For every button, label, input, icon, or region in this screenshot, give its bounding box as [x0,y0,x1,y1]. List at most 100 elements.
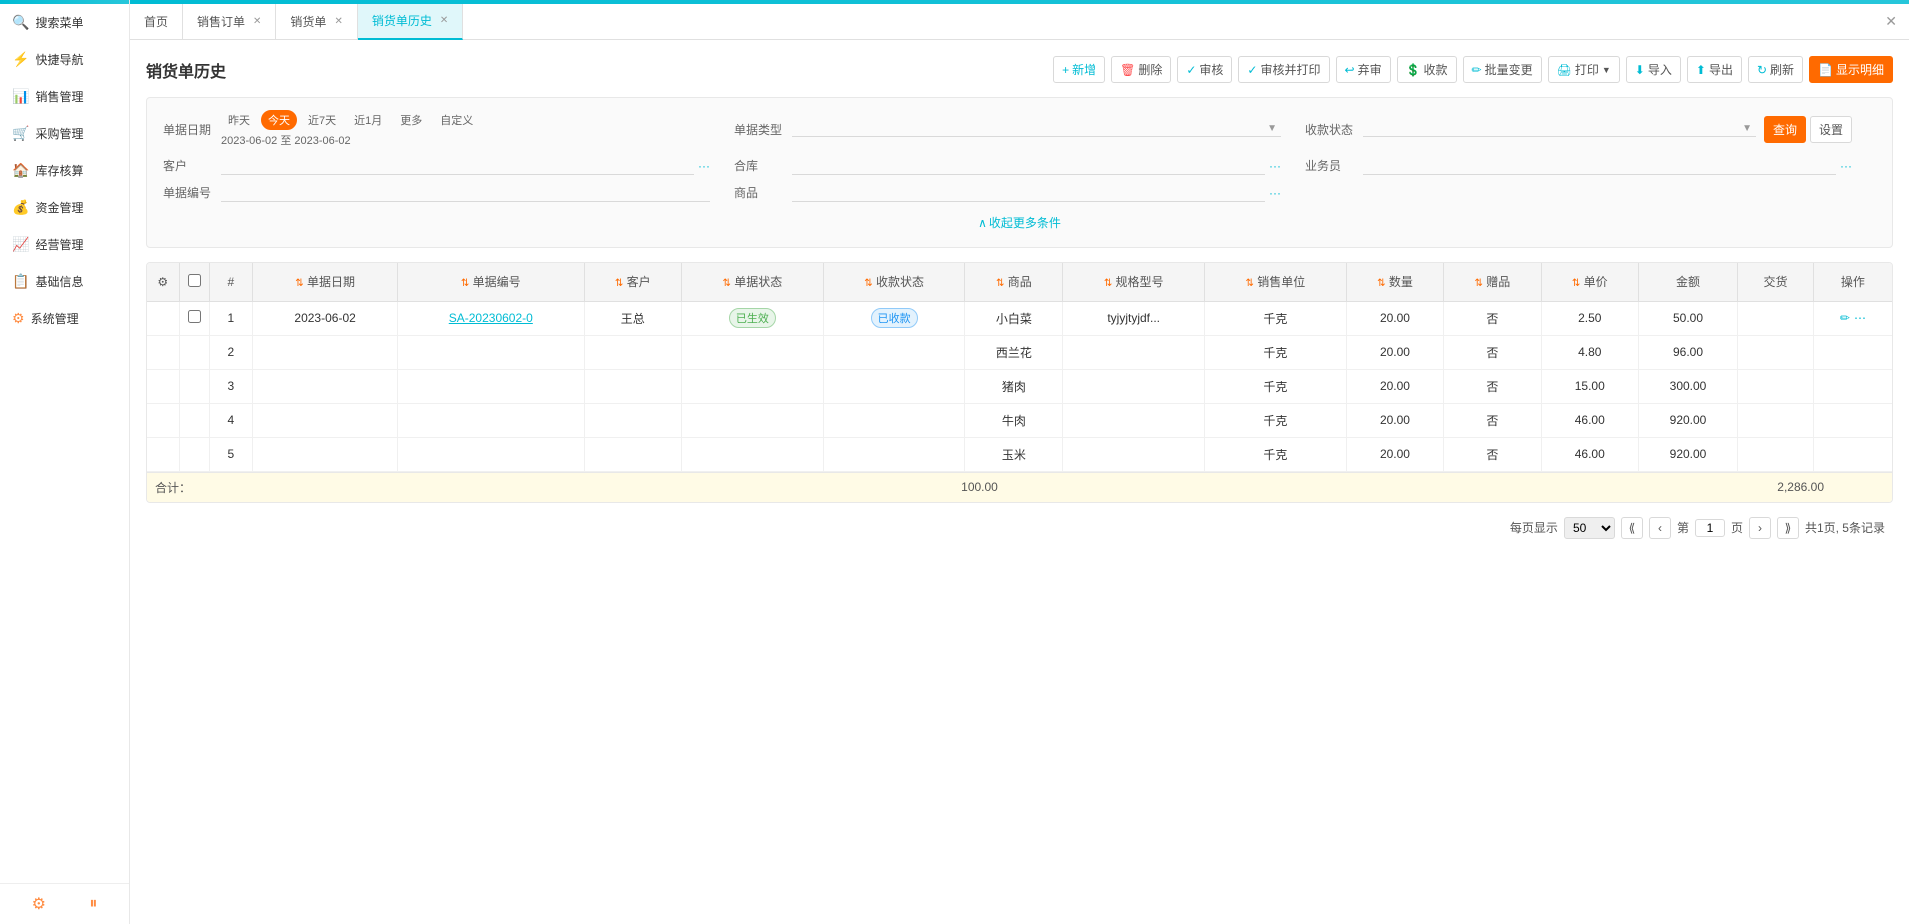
filter-customer: 客户 ··· [163,156,710,175]
settings-btn[interactable]: 设置 [1810,116,1852,143]
audit-print-button[interactable]: ✓ 审核并打印 [1238,56,1329,83]
th-spec[interactable]: ⇅ 规格型号 [1063,263,1205,301]
goods-input[interactable] [792,183,1265,202]
customer-ellipsis[interactable]: ··· [698,159,710,173]
sidebar-item-sys-mgmt[interactable]: ⚙ 系统管理 [0,300,129,337]
page-number-input[interactable] [1695,519,1725,537]
row-doc-no [397,437,584,471]
page-label: 第 [1677,519,1689,536]
row-more-btn[interactable]: ⋯ [1854,311,1866,325]
per-page-select[interactable]: 50 100 200 [1564,517,1615,539]
export-label: 导出 [1709,61,1733,78]
th-qty[interactable]: ⇅ 数量 [1346,263,1443,301]
abandon-button[interactable]: ↩ 弃审 [1336,56,1391,83]
trend-icon: 📈 [12,236,29,253]
collapse-button[interactable]: ∧ 收起更多条件 [163,210,1876,235]
tab-sales-order[interactable]: 销售订单 ✕ [183,4,276,40]
date-tag-custom[interactable]: 自定义 [433,110,480,130]
next-page-button[interactable]: › [1749,517,1771,539]
date-tag-today[interactable]: 今天 [261,110,297,130]
row-spec [1063,335,1205,369]
sidebar-item-inventory[interactable]: 🏠 库存核算 [0,152,129,189]
row-doc-no [397,403,584,437]
select-all-checkbox[interactable] [188,274,201,287]
collect-status-select[interactable]: ▼ [1363,121,1756,137]
date-tag-yesterday[interactable]: 昨天 [221,110,257,130]
salesperson-input[interactable] [1363,156,1836,175]
delete-button[interactable]: 🗑 删除 [1111,56,1171,83]
settings-bottom-icon[interactable]: ⚙ [32,894,46,914]
th-unit[interactable]: ⇅ 销售单位 [1205,263,1347,301]
row-gear [147,335,179,369]
print-button[interactable]: 🖨 打印 ▼ [1548,56,1620,83]
th-check[interactable] [179,263,209,301]
row-checkbox[interactable] [188,310,201,323]
collect-button[interactable]: 💲 收款 [1397,56,1457,83]
query-button[interactable]: 查询 [1764,116,1806,143]
tab-sales-order-close[interactable]: ✕ [253,16,261,27]
row-doc-no-link[interactable]: SA-20230602-0 [449,311,533,325]
abandon-label: 弃审 [1358,61,1382,78]
date-picker-col: 昨天 今天 近7天 近1月 更多 自定义 2023-06-02 至 2023-0… [221,110,480,148]
sidebar-item-basic-info[interactable]: 📋 基础信息 [0,263,129,300]
th-goods[interactable]: ⇅ 商品 [965,263,1063,301]
sidebar-item-purchase-mgmt[interactable]: 🛒 采购管理 [0,115,129,152]
row-spec [1063,437,1205,471]
row-edit-btn[interactable]: ✏ [1840,311,1850,325]
warehouse-input[interactable] [792,156,1265,175]
last-page-button[interactable]: ⟫ [1777,517,1799,539]
th-seq: # [209,263,253,301]
th-collect-status[interactable]: ⇅ 收款状态 [823,263,965,301]
th-customer[interactable]: ⇅ 客户 [584,263,681,301]
date-tag-7days[interactable]: 近7天 [301,110,343,130]
th-gift[interactable]: ⇅ 赠品 [1444,263,1541,301]
tab-home[interactable]: 首页 [130,4,183,40]
first-page-button[interactable]: ⟪ [1621,517,1643,539]
th-date[interactable]: ⇅ 单据日期 [253,263,398,301]
sidebar-bottom: ⚙ ⏸ [0,883,129,924]
date-tag-group: 昨天 今天 近7天 近1月 更多 自定义 [221,110,480,130]
refresh-button[interactable]: ↻ 刷新 [1748,56,1803,83]
row-amount: 96.00 [1638,335,1737,369]
date-tag-more[interactable]: 更多 [393,110,429,130]
window-close-button[interactable]: ✕ [1873,13,1909,30]
show-details-button[interactable]: 📄 显示明细 [1809,56,1893,83]
sidebar-item-fund-mgmt[interactable]: 💰 资金管理 [0,189,129,226]
sidebar-item-ops-mgmt[interactable]: 📈 经营管理 [0,226,129,263]
tab-sales-goods[interactable]: 销货单 ✕ [276,4,357,40]
tab-sales-goods-close[interactable]: ✕ [334,16,342,27]
sidebar-item-label: 采购管理 [35,125,83,142]
warehouse-ellipsis[interactable]: ··· [1269,159,1281,173]
sidebar: 🔍 搜索菜单 ⚡ 快捷导航 📊 销售管理 🛒 采购管理 🏠 库存核算 💰 资金管… [0,0,130,924]
tab-sales-history-close[interactable]: ✕ [440,15,448,26]
sidebar-item-search-menu[interactable]: 🔍 搜索菜单 [0,4,129,41]
date-tag-1month[interactable]: 近1月 [347,110,389,130]
row-gift: 否 [1444,301,1541,335]
row-seq: 4 [209,403,253,437]
row-qty: 20.00 [1346,335,1443,369]
goods-ellipsis[interactable]: ··· [1269,186,1281,200]
filter-doc-type: 单据类型 ▼ [734,121,1281,138]
prev-page-button[interactable]: ‹ [1649,517,1671,539]
th-doc-no[interactable]: ⇅ 单据编号 [397,263,584,301]
doc-type-select[interactable]: ▼ [792,121,1281,137]
tab-sales-history[interactable]: 销货单历史 ✕ [358,4,463,40]
sidebar-item-sales-mgmt[interactable]: 📊 销售管理 [0,78,129,115]
doc-no-input[interactable] [221,183,710,202]
row-customer: 王总 [584,301,681,335]
row-spec [1063,403,1205,437]
salesperson-ellipsis[interactable]: ··· [1840,159,1852,173]
th-gear[interactable]: ⚙ [147,263,179,301]
row-spec [1063,369,1205,403]
customer-input[interactable] [221,156,694,175]
batch-change-button[interactable]: ✏ 批量变更 [1463,56,1542,83]
pause-bottom-icon[interactable]: ⏸ [89,895,97,913]
new-button[interactable]: + 新增 [1053,56,1105,83]
th-doc-status[interactable]: ⇅ 单据状态 [682,263,824,301]
row-amount: 300.00 [1638,369,1737,403]
th-price[interactable]: ⇅ 单价 [1541,263,1638,301]
audit-button[interactable]: ✓ 审核 [1177,56,1232,83]
sidebar-item-quick-nav[interactable]: ⚡ 快捷导航 [0,41,129,78]
export-button[interactable]: ⬆ 导出 [1687,56,1742,83]
import-button[interactable]: ⬇ 导入 [1626,56,1681,83]
